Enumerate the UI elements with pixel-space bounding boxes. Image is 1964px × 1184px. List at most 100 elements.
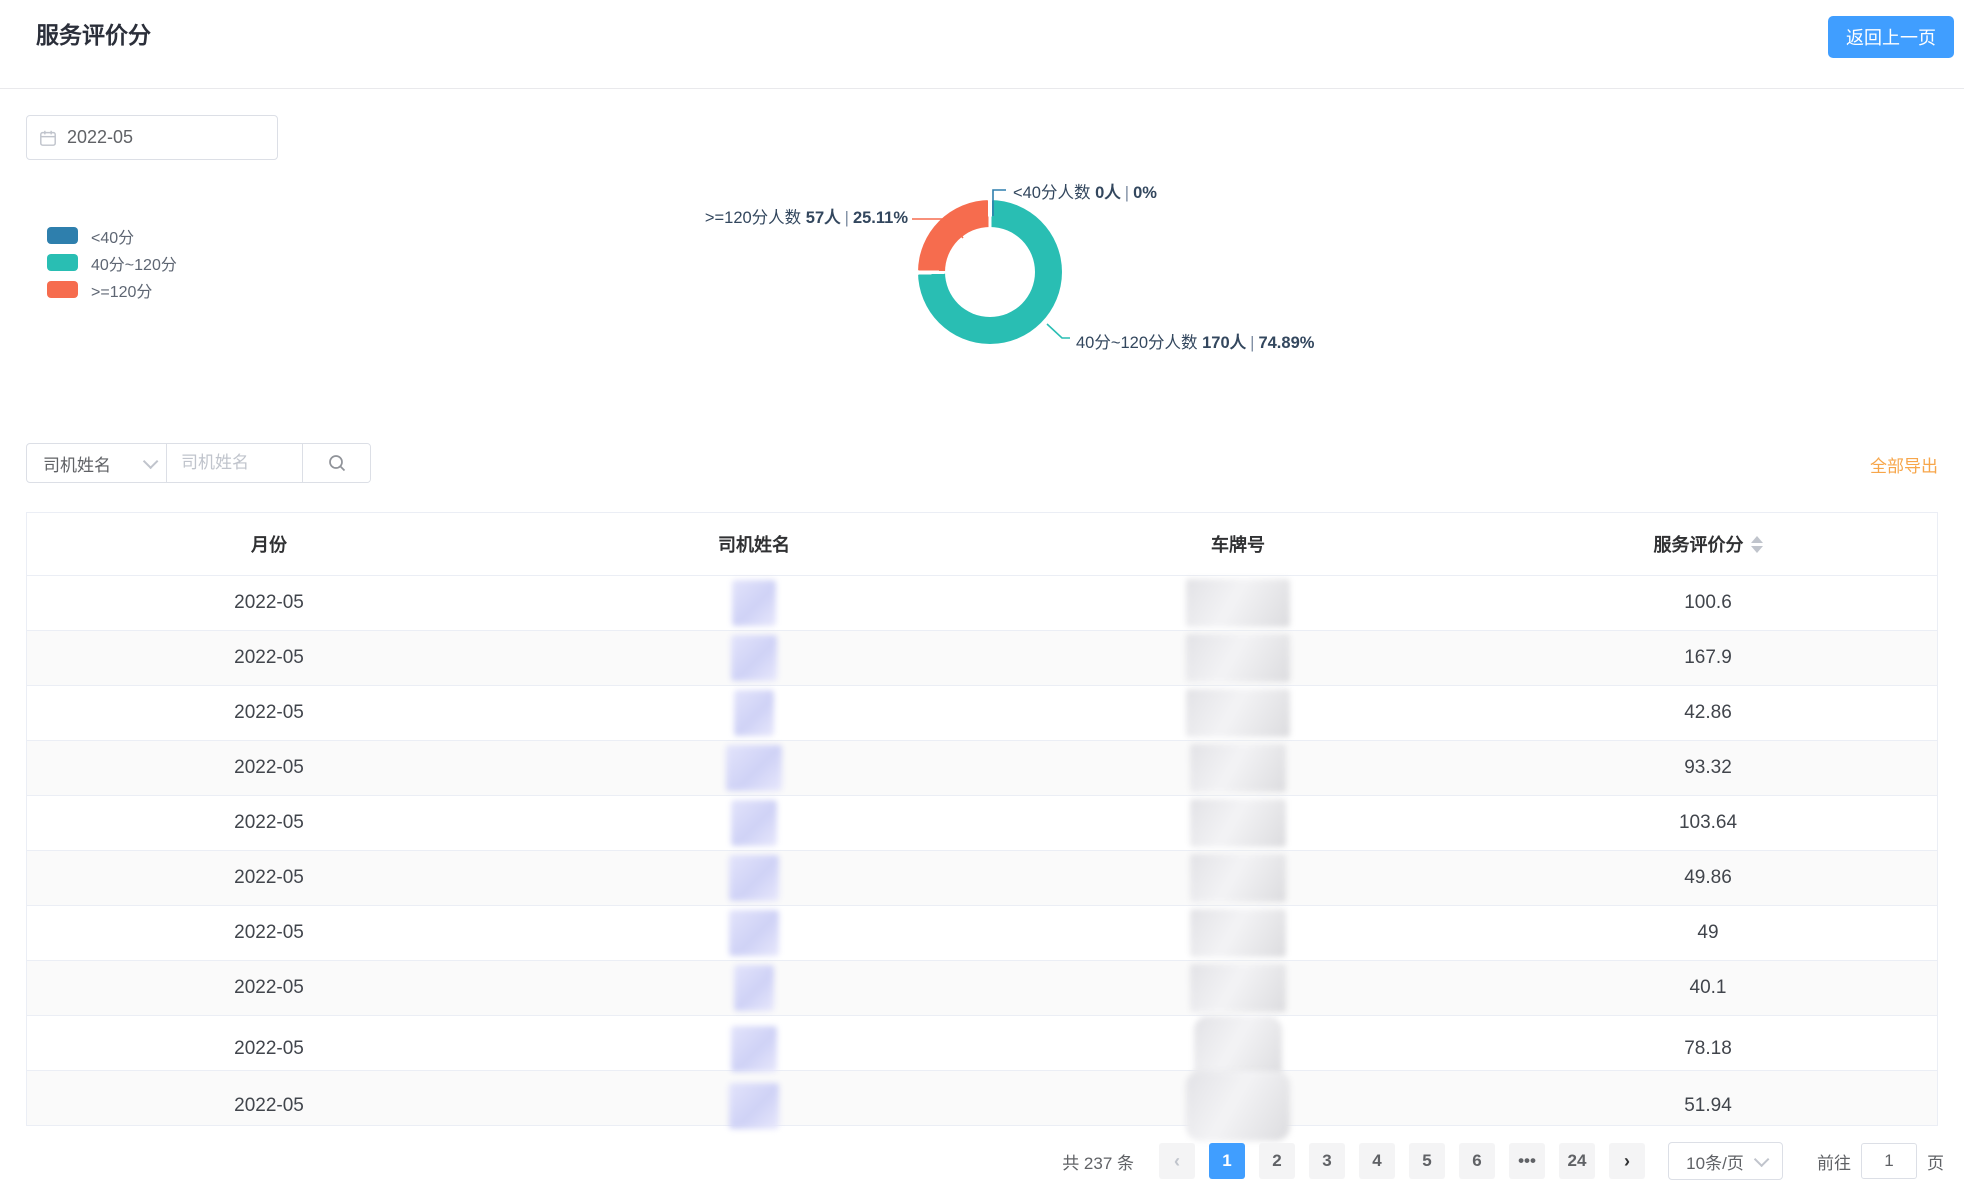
table-row: 2022-05 49 [27,906,1937,961]
cell-score: 103.64 [1678,812,1738,833]
goto-suffix: 页 [1927,1153,1944,1173]
cell-score: 93.32 [1684,757,1732,778]
cell-driver-redacted [511,741,997,795]
legend-swatch [47,254,78,271]
table-row: 2022-05 49.86 [27,851,1937,906]
legend-item[interactable]: <40分 [47,222,177,249]
table-row: 2022-05 78.18 [27,1016,1937,1082]
redacted-driver-name [732,580,776,626]
export-all-link[interactable]: 全部导出 [1795,452,1938,477]
redacted-driver-name [729,1083,779,1129]
cell-month: 2022-05 [234,702,304,723]
pagination-pages: 1 2 3 4 5 6 ••• 24 [1202,1143,1602,1179]
redacted-driver-name [734,690,774,736]
cell-score: 51.94 [1684,1095,1732,1116]
callout-percent: 0% [1133,184,1157,202]
redacted-plate-number [1186,579,1290,627]
cell-plate-redacted [997,631,1479,685]
cell-driver-redacted [511,851,997,905]
redacted-driver-name [731,800,777,846]
callout-label: 40分~120分人数 [1076,334,1198,352]
callout-count: 57人 [805,209,841,227]
cell-month: 2022-05 [234,757,304,778]
redacted-driver-name [729,855,779,901]
chart-legend: <40分 40分~120分 >=120分 [47,222,177,303]
callout-label: <40分人数 [1013,184,1091,202]
callout-label: >=120分人数 [704,209,802,227]
page-title: 服务评价分 [36,22,151,48]
cell-plate-redacted [997,796,1479,850]
column-header-score[interactable]: 服务评价分 [1479,513,1937,575]
pagination-page-2[interactable]: 2 [1259,1143,1295,1179]
callout-ge120: >=120分人数 57人 | 25.11% [704,209,908,227]
redacted-plate-number [1190,909,1286,957]
cell-score: 40.1 [1689,977,1727,998]
pagination-page-4[interactable]: 4 [1359,1143,1395,1179]
legend-item[interactable]: >=120分 [47,276,177,303]
cell-plate-redacted [997,741,1479,795]
cell-driver-redacted [511,631,997,685]
pagination-page-1[interactable]: 1 [1209,1143,1245,1179]
redacted-driver-name [726,745,782,791]
goto-page-input[interactable] [1861,1143,1917,1179]
cell-score: 49 [1697,922,1719,943]
cell-month: 2022-05 [234,812,304,833]
cell-score: 167.9 [1684,647,1732,668]
cell-month: 2022-05 [234,592,304,613]
redacted-driver-name [731,1026,777,1072]
table-row: 2022-05 93.32 [27,741,1937,796]
page-size-value: 10条/页 [1686,1153,1744,1173]
cell-score: 49.86 [1684,867,1732,888]
month-picker[interactable]: 2022-05 [26,115,278,160]
pagination-page-3[interactable]: 3 [1309,1143,1345,1179]
pagination-page-5[interactable]: 5 [1409,1143,1445,1179]
column-header-plate: 车牌号 [1211,535,1265,555]
donut-chart-hole [945,227,1035,317]
cell-month: 2022-05 [234,922,304,943]
column-header-driver: 司机姓名 [718,535,790,555]
header-divider [0,88,1964,89]
chevron-down-icon [1753,1151,1770,1167]
cell-driver-redacted [511,1071,997,1141]
callout-count: 170人 [1202,334,1247,352]
search-icon [328,455,345,472]
sort-caret-icon[interactable] [1750,535,1763,553]
table-row: 2022-05 167.9 [27,631,1937,686]
page-size-select[interactable]: 10条/页 [1668,1142,1783,1180]
redacted-plate-number [1190,799,1286,847]
legend-item[interactable]: 40分~120分 [47,249,177,276]
cell-score: 42.86 [1684,702,1732,723]
cell-driver-redacted [511,576,997,630]
pagination-more-button[interactable]: ••• [1509,1143,1545,1179]
redacted-driver-name [734,965,774,1011]
pagination-prev-button[interactable]: ‹ [1159,1143,1195,1179]
pagination-next-button[interactable]: › [1609,1143,1645,1179]
pagination-total: 共 237 条 [1062,1153,1134,1173]
pagination-page-24[interactable]: 24 [1559,1143,1595,1179]
cell-month: 2022-05 [234,977,304,998]
cell-driver-redacted [511,796,997,850]
legend-label: 40分~120分 [91,256,177,274]
table-row: 2022-05 42.86 [27,686,1937,741]
cell-driver-redacted [511,686,997,740]
search-field-select[interactable]: 司机姓名 [27,444,167,482]
goto-label: 前往 [1817,1153,1851,1173]
table-row: 2022-05 100.6 [27,576,1937,631]
table-row: 2022-05 51.94 [27,1071,1937,1141]
driver-search-group: 司机姓名 [26,443,371,483]
calendar-icon [40,130,56,146]
search-button[interactable] [302,444,370,482]
month-picker-value: 2022-05 [67,127,134,147]
back-button[interactable]: 返回上一页 [1828,16,1954,58]
column-header-month: 月份 [251,535,287,555]
table-header-row: 月份 司机姓名 车牌号 服务评价分 [27,513,1937,576]
cell-month: 2022-05 [234,647,304,668]
redacted-driver-name [729,910,779,956]
cell-plate-redacted [997,686,1479,740]
legend-label: >=120分 [91,283,153,301]
redacted-plate-number [1186,1071,1290,1141]
driver-name-input[interactable] [167,444,302,482]
pagination-page-6[interactable]: 6 [1459,1143,1495,1179]
chevron-down-icon [142,453,159,469]
cell-score: 100.6 [1684,592,1732,613]
